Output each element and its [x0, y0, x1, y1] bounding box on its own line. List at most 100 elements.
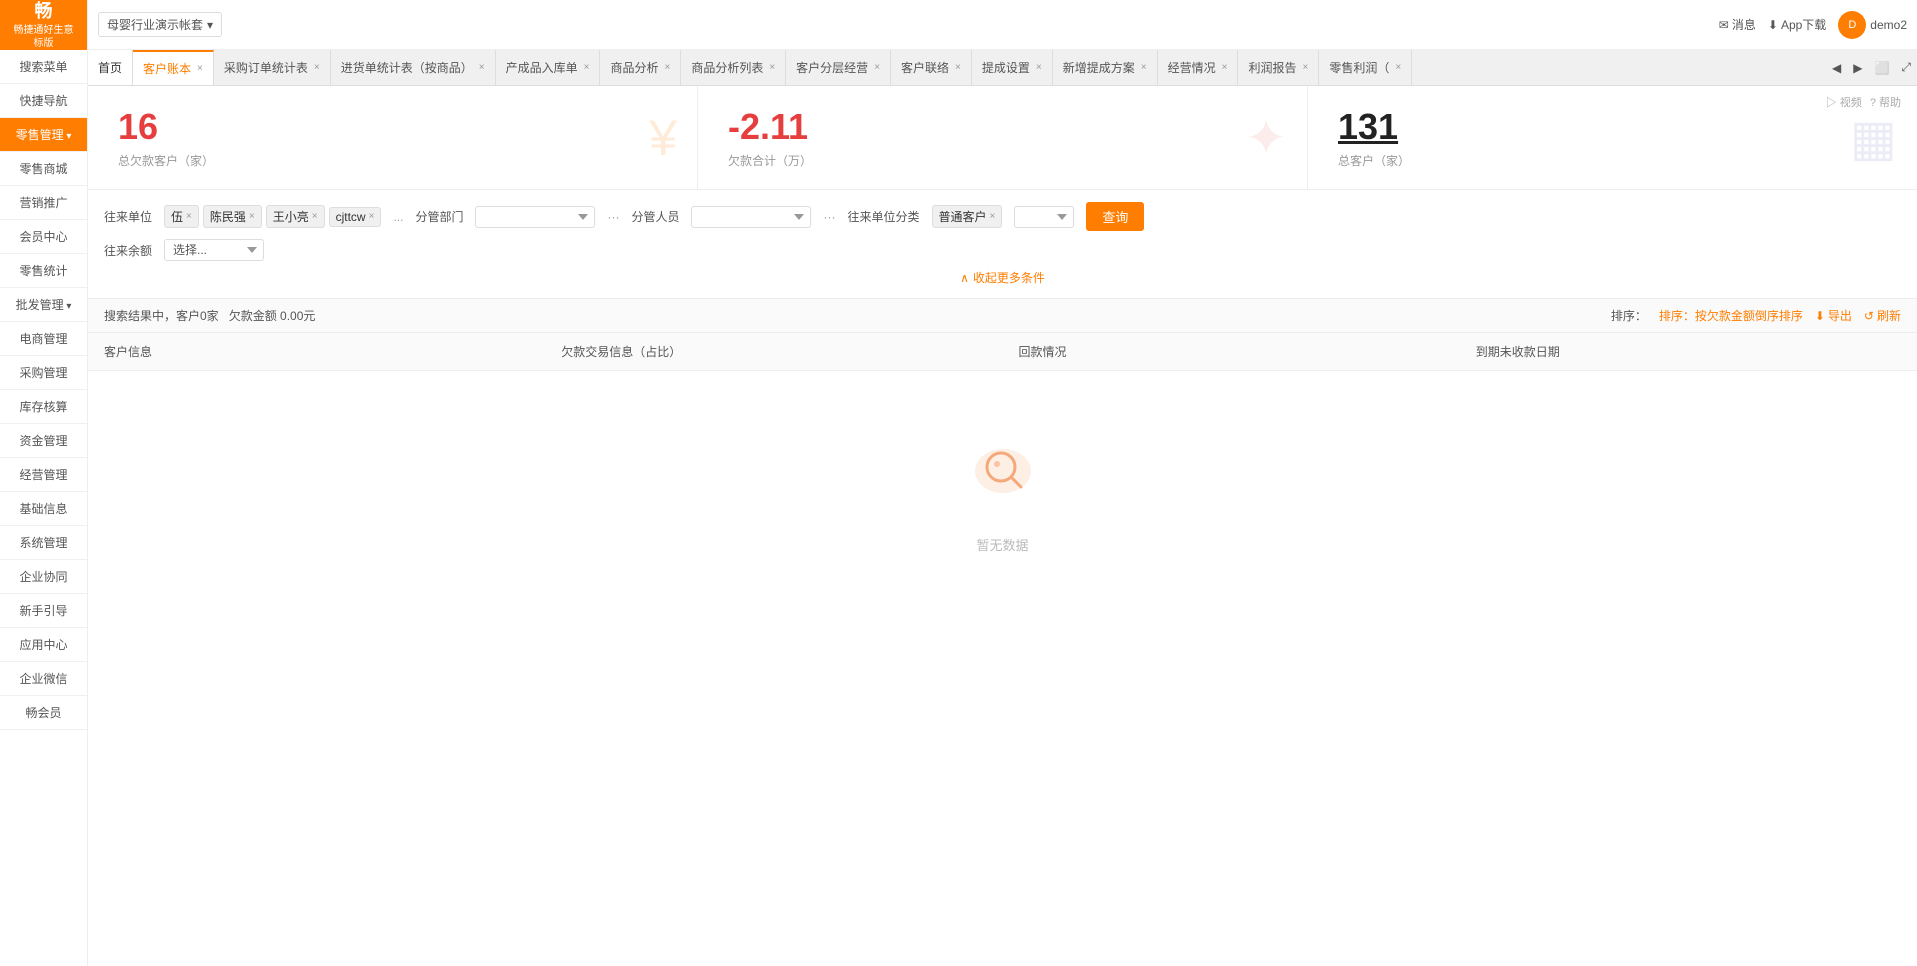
unit-tag-close[interactable]: × [369, 211, 375, 222]
unit-filter-label: 往来单位 [104, 208, 152, 225]
sidebar: 畅 畅捷通好生意 标版 搜索菜单快捷导航零售管理 ▾零售商城营销推广会员中心零售… [0, 0, 88, 966]
sidebar-item-finance-mgmt[interactable]: 资金管理 [0, 424, 87, 458]
dept-more-btn[interactable]: ··· [607, 210, 619, 224]
tab-retail-profit[interactable]: 零售利润（× [1319, 50, 1412, 86]
unit-filter-tag: cjttcw× [329, 207, 382, 227]
dept-filter-label: 分管部门 [415, 208, 463, 225]
collapse-button[interactable]: ∧ 收起更多条件 [104, 269, 1901, 286]
tab-close-new-raise-plan[interactable]: × [1141, 62, 1147, 73]
filter-row-2: 往来余额 选择... [104, 239, 1901, 261]
sidebar-item-retail-stats[interactable]: 零售统计 [0, 254, 87, 288]
help-icon[interactable]: ? 帮助 [1870, 94, 1901, 110]
sidebar-item-basic-info[interactable]: 基础信息 [0, 492, 87, 526]
sidebar-item-marketing[interactable]: 营销推广 [0, 186, 87, 220]
tab-close-customer-segmentation[interactable]: × [874, 62, 880, 73]
table-area: 客户信息欠款交易信息（占比）回款情况到期未收款日期 暂无数据 [88, 333, 1917, 614]
sidebar-item-enterprise-wechat[interactable]: 企业微信 [0, 662, 87, 696]
tab-product-analysis[interactable]: 商品分析× [600, 50, 681, 86]
sidebar-item-search-menu[interactable]: 搜索菜单 [0, 50, 87, 84]
empty-icon [963, 431, 1043, 525]
tab-product-analysis-list[interactable]: 商品分析列表× [681, 50, 786, 86]
sidebar-item-retail-mall[interactable]: 零售商城 [0, 152, 87, 186]
tab-raise-settings[interactable]: 提成设置× [972, 50, 1053, 86]
sidebar-item-system-mgmt[interactable]: 系统管理 [0, 526, 87, 560]
stat-total-customers: 131 总客户（家） ▦ ▷ 视频 ? 帮助 [1308, 86, 1917, 189]
tab-expand-btn[interactable]: ⬜ [1868, 61, 1895, 75]
category-filter-select[interactable] [1014, 206, 1074, 228]
tab-operation-status[interactable]: 经营情况× [1158, 50, 1239, 86]
stat-credit-customers: 16 总欠款客户（家） ¥ [88, 86, 698, 189]
unit-tag-close[interactable]: × [186, 211, 192, 222]
sidebar-item-member-center[interactable]: 会员中心 [0, 220, 87, 254]
tab-customer-account[interactable]: 客户账本× [133, 50, 214, 86]
stat-icon-diamond: ✦ [1245, 109, 1287, 167]
tab-close-product-analysis-list[interactable]: × [769, 62, 775, 73]
account-selector-label: 母婴行业演示帐套 [107, 16, 203, 33]
stat-icon-money: ¥ [649, 109, 677, 167]
query-button[interactable]: 查询 [1086, 202, 1144, 231]
sidebar-item-inventory-check[interactable]: 库存核算 [0, 390, 87, 424]
tab-fullscreen-btn[interactable]: ⤢ [1895, 60, 1917, 75]
tab-close-customer-account[interactable]: × [197, 63, 203, 74]
stats-row: 16 总欠款客户（家） ¥ -2.11 欠款合计（万） ✦ 131 总客户（家）… [88, 86, 1917, 190]
tab-close-profit-report[interactable]: × [1302, 62, 1308, 73]
tab-profit-report[interactable]: 利润报告× [1238, 50, 1319, 86]
sidebar-item-wholesale-mgmt[interactable]: 批发管理 ▾ [0, 288, 87, 322]
tab-new-raise-plan[interactable]: 新增提成方案× [1053, 50, 1158, 86]
tab-prev-btn[interactable]: ◀ [1826, 61, 1847, 75]
export-icon: ⬇ [1815, 309, 1825, 323]
table-col-header: 到期未收款日期 [1460, 333, 1917, 370]
sidebar-item-ecommerce-mgmt[interactable]: 电商管理 [0, 322, 87, 356]
tab-close-raise-settings[interactable]: × [1036, 62, 1042, 73]
download-icon: ⬇ [1768, 18, 1778, 32]
unit-filter-tag: 王小亮× [266, 205, 325, 228]
sidebar-item-operation-mgmt[interactable]: 经营管理 [0, 458, 87, 492]
sidebar-item-quick-nav[interactable]: 快捷导航 [0, 84, 87, 118]
message-icon: ✉ [1719, 18, 1729, 32]
refresh-btn[interactable]: ↺ 刷新 [1864, 307, 1901, 324]
remainder-filter-select[interactable]: 选择... [164, 239, 264, 261]
unit-tag-close[interactable]: × [312, 211, 318, 222]
avatar: D [1838, 11, 1866, 39]
sidebar-item-enterprise-collab[interactable]: 企业协同 [0, 560, 87, 594]
user-menu[interactable]: D demo2 [1838, 11, 1907, 39]
tab-purchase-order-stats[interactable]: 采购订单统计表× [214, 50, 331, 86]
sidebar-item-new-guide[interactable]: 新手引导 [0, 594, 87, 628]
unit-filter-tag: 伍× [164, 205, 199, 228]
search-summary: 搜索结果中，客户0家 欠款金额 0.00元 排序： 排序：按欠款金额倒序排序 ⬇… [88, 299, 1917, 333]
app-download-btn[interactable]: ⬇ App下载 [1768, 16, 1826, 33]
remainder-filter-label: 往来余额 [104, 242, 152, 259]
sort-label: 排序： [1611, 307, 1647, 324]
export-btn[interactable]: ⬇ 导出 [1815, 307, 1852, 324]
tab-close-retail-profit[interactable]: × [1395, 62, 1401, 73]
tab-close-product-analysis[interactable]: × [664, 62, 670, 73]
tab-close-purchase-inbound-stats[interactable]: × [479, 62, 485, 73]
stat-icon-building: ▦ [1850, 109, 1897, 167]
category-filter-label: 往来单位分类 [847, 208, 919, 225]
tab-close-product-inbound[interactable]: × [584, 62, 590, 73]
tab-customer-segmentation[interactable]: 客户分层经营× [786, 50, 891, 86]
sort-select[interactable]: 排序：按欠款金额倒序排序 [1659, 307, 1803, 324]
tab-purchase-inbound-stats[interactable]: 进货单统计表（按商品）× [331, 50, 496, 86]
tab-home[interactable]: 首页 [88, 50, 133, 86]
sidebar-item-vip-member[interactable]: 畅会员 [0, 696, 87, 730]
unit-tags-more[interactable]: ... [393, 210, 403, 224]
unit-tag-close[interactable]: × [249, 211, 255, 222]
sidebar-item-retail-mgmt[interactable]: 零售管理 ▾ [0, 118, 87, 152]
message-btn[interactable]: ✉ 消息 [1719, 16, 1756, 33]
account-selector[interactable]: 母婴行业演示帐套 ▾ [98, 12, 222, 37]
sidebar-item-purchase-mgmt[interactable]: 采购管理 [0, 356, 87, 390]
chevron-up-icon: ∧ [960, 271, 969, 285]
tab-close-customer-contact[interactable]: × [955, 62, 961, 73]
person-filter-select[interactable] [691, 206, 811, 228]
category-tag-close[interactable]: × [990, 211, 996, 222]
tab-product-inbound[interactable]: 产成品入库单× [496, 50, 601, 86]
tab-customer-contact[interactable]: 客户联络× [891, 50, 972, 86]
person-more-btn[interactable]: ··· [823, 210, 835, 224]
tab-next-btn[interactable]: ▶ [1847, 61, 1868, 75]
dept-filter-select[interactable] [475, 206, 595, 228]
tab-close-purchase-order-stats[interactable]: × [314, 62, 320, 73]
video-help-icon[interactable]: ▷ 视频 [1826, 94, 1862, 110]
sidebar-item-app-center[interactable]: 应用中心 [0, 628, 87, 662]
tab-close-operation-status[interactable]: × [1222, 62, 1228, 73]
